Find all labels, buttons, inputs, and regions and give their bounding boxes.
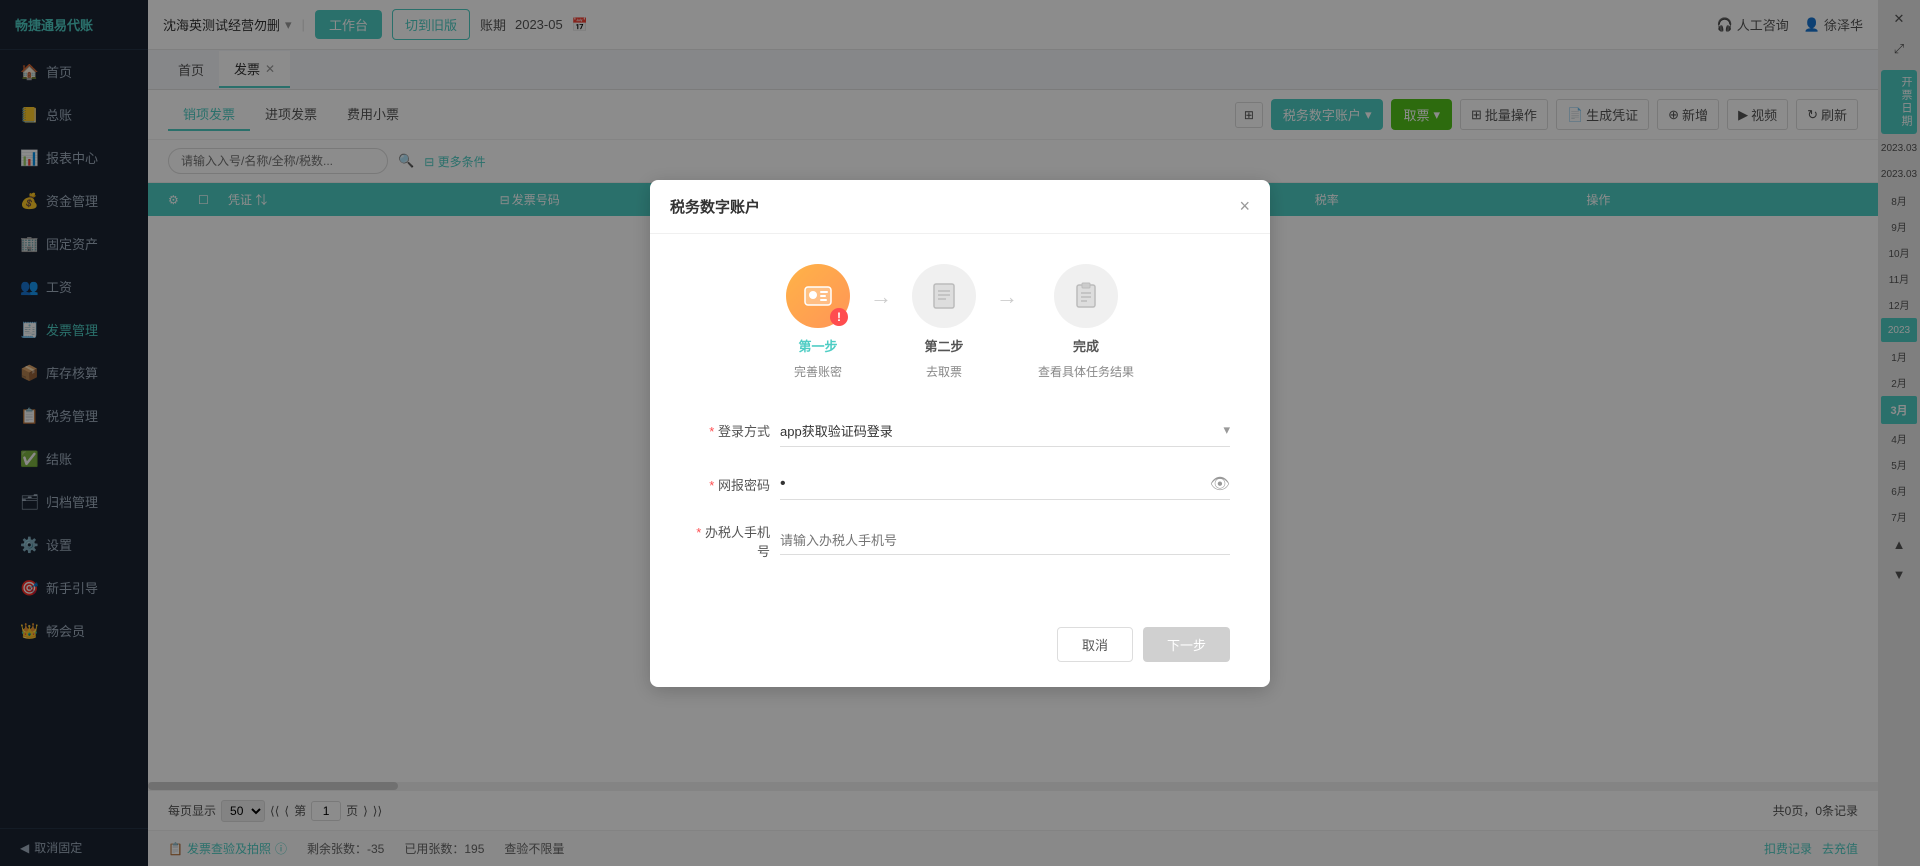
step-arrow-1: → (870, 284, 892, 310)
step1-badge: ! (830, 308, 848, 326)
step-arrow-2: → (996, 284, 1018, 310)
step3-label: 完成 (1073, 336, 1099, 355)
password-field-wrapper: 👁 (780, 469, 1230, 500)
clipboard-icon (1070, 280, 1102, 312)
dialog-header: 税务数字账户 × (650, 180, 1270, 234)
form-item-phone: * 办税人手机号 (690, 522, 1230, 560)
tax-digital-account-dialog: 税务数字账户 × ! (650, 180, 1270, 687)
phone-input[interactable] (780, 527, 1230, 555)
dialog-footer: 取消 下一步 (650, 612, 1270, 687)
password-input[interactable] (780, 469, 1230, 500)
form-item-login-method: * 登录方式 app获取验证码登录 ▾ (690, 415, 1230, 447)
dialog-form: * 登录方式 app获取验证码登录 ▾ * 网报密码 (690, 415, 1230, 560)
step-1: ! 第一步 完善账密 (786, 264, 850, 380)
dropdown-chevron-icon: ▾ (1223, 422, 1230, 438)
required-mark: * (709, 478, 714, 493)
form-item-password: * 网报密码 👁 (690, 469, 1230, 500)
phone-field-wrapper (780, 527, 1230, 555)
required-mark: * (696, 525, 701, 540)
steps-indicator: ! 第一步 完善账密 → (690, 264, 1230, 380)
password-label: * 网报密码 (690, 475, 780, 494)
step2-label: 第二步 (924, 336, 963, 355)
step-3: 完成 查看具体任务结果 (1038, 264, 1134, 380)
step2-icon (912, 264, 976, 328)
step3-desc: 查看具体任务结果 (1038, 363, 1134, 380)
login-method-label: * 登录方式 (690, 421, 780, 440)
step1-icon: ! (786, 264, 850, 328)
required-mark: * (709, 424, 714, 439)
login-method-select[interactable]: app获取验证码登录 ▾ (780, 415, 1230, 447)
document-icon (928, 280, 960, 312)
cancel-button[interactable]: 取消 (1057, 627, 1133, 662)
step3-icon (1054, 264, 1118, 328)
step1-desc: 完善账密 (794, 363, 842, 380)
dialog-close-btn[interactable]: × (1239, 197, 1250, 215)
step-2: 第二步 去取票 (912, 264, 976, 380)
password-toggle-icon[interactable]: 👁 (1210, 474, 1230, 494)
person-card-icon (801, 279, 835, 313)
phone-label: * 办税人手机号 (690, 522, 780, 560)
dialog-body: ! 第一步 完善账密 → (650, 234, 1270, 612)
step2-desc: 去取票 (926, 363, 962, 380)
step1-label: 第一步 (798, 336, 837, 355)
login-method-value: app获取验证码登录 (780, 421, 893, 440)
dialog-overlay: 税务数字账户 × ! (0, 0, 1920, 866)
next-button[interactable]: 下一步 (1143, 627, 1230, 662)
dialog-title: 税务数字账户 (670, 196, 760, 217)
